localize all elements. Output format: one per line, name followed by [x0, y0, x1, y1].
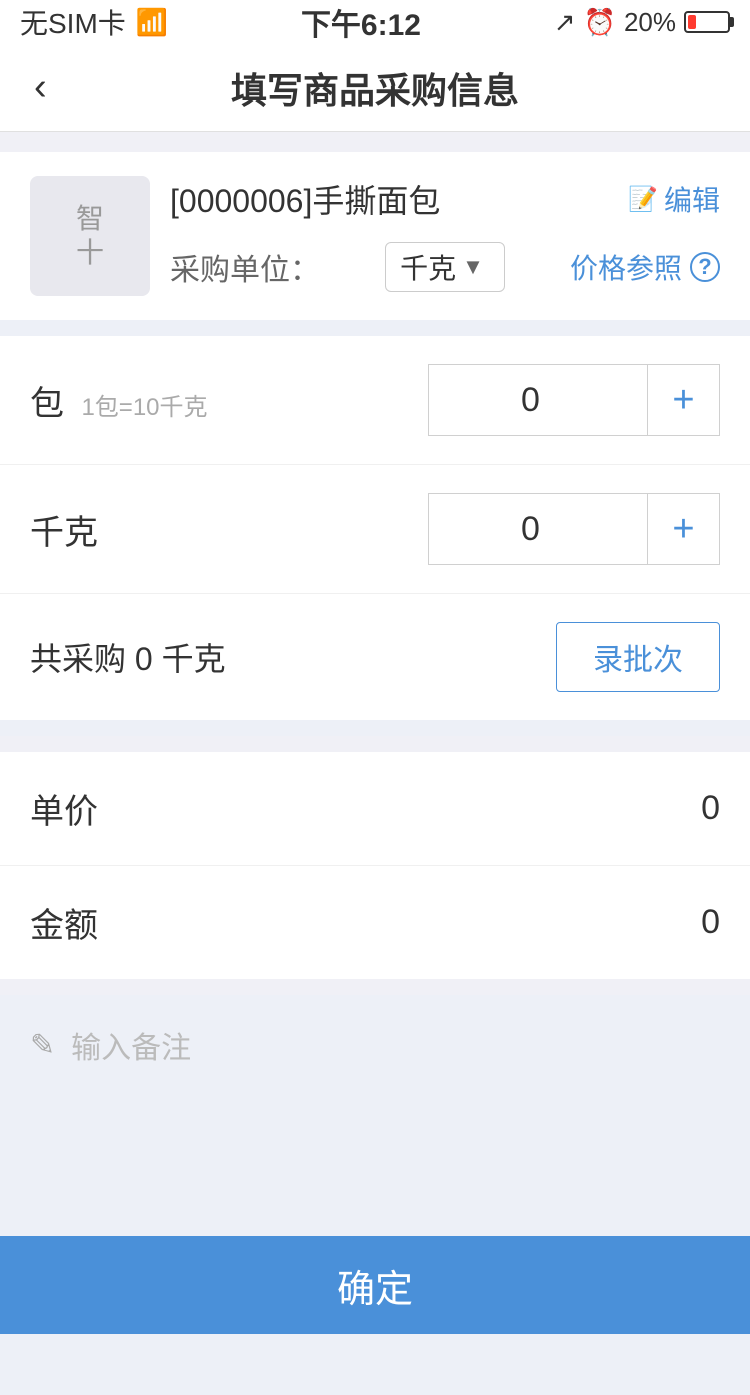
product-section: 智 十 [0000006]手撕面包 📝 编辑 采购单位： 千克 ▼ 价格参照 ? [0, 152, 750, 320]
summary-text: 共采购 0 千克 [30, 634, 226, 680]
wifi-icon: 📶 [136, 7, 168, 38]
alarm-icon: ⏰ [584, 7, 616, 38]
bao-input-row: 包 1包=10千克 + [0, 336, 750, 465]
product-image: 智 十 [30, 176, 150, 296]
price-ref-label: 价格参照 [570, 247, 682, 287]
confirm-label: 确定 [337, 1258, 413, 1313]
kg-label: 千克 [30, 505, 98, 554]
status-right: ↗ ⏰ 20% [554, 7, 730, 38]
bao-quantity-input[interactable] [428, 364, 648, 436]
bao-sub-label: 1包=10千克 [81, 394, 207, 421]
edit-button[interactable]: 📝 编辑 [628, 179, 720, 219]
pencil-icon: ✎ [30, 1028, 55, 1063]
unit-price-row: 单价 0 [0, 752, 750, 866]
kg-input-right: + [428, 493, 720, 565]
status-left: 无SIM卡 📶 [20, 2, 168, 42]
bao-plus-button[interactable]: + [648, 364, 720, 436]
unit-label: 采购单位： [170, 245, 320, 289]
status-time: 下午6:12 [301, 0, 421, 44]
price-ref-button[interactable]: 价格参照 ? [570, 247, 720, 287]
battery-percent: 20% [624, 7, 676, 38]
kg-quantity-input[interactable] [428, 493, 648, 565]
unit-price-label: 单价 [30, 784, 98, 833]
help-icon: ? [690, 252, 720, 282]
kg-input-row: 千克 + [0, 465, 750, 594]
divider-1 [0, 320, 750, 336]
unit-row: 采购单位： 千克 ▼ 价格参照 ? [170, 242, 720, 292]
summary-row: 共采购 0 千克 录批次 [0, 594, 750, 720]
unit-price-value: 0 [701, 789, 720, 828]
kg-plus-button[interactable]: + [648, 493, 720, 565]
remark-placeholder: 输入备注 [71, 1023, 191, 1067]
bao-label: 包 1包=10千克 [30, 376, 208, 425]
status-bar: 无SIM卡 📶 下午6:12 ↗ ⏰ 20% [0, 0, 750, 44]
chevron-down-icon: ▼ [462, 254, 484, 280]
carrier-label: 无SIM卡 [20, 2, 126, 42]
edit-icon: 📝 [628, 185, 658, 214]
bao-input-right: + [428, 364, 720, 436]
product-name: [0000006]手撕面包 [170, 176, 440, 222]
input-section: 包 1包=10千克 + 千克 + [0, 336, 750, 594]
back-button[interactable]: ‹ [24, 56, 57, 119]
battery-icon [684, 11, 730, 33]
amount-row: 金额 0 [0, 866, 750, 979]
price-section: 单价 0 金额 0 [0, 752, 750, 979]
amount-label: 金额 [30, 898, 98, 947]
location-icon: ↗ [554, 7, 576, 38]
amount-value: 0 [701, 903, 720, 942]
remark-section[interactable]: ✎ 输入备注 [0, 995, 750, 1095]
product-logo: 智 十 [76, 202, 104, 269]
nav-bar: ‹ 填写商品采购信息 [0, 44, 750, 132]
product-name-row: [0000006]手撕面包 📝 编辑 [170, 176, 720, 222]
product-info: [0000006]手撕面包 📝 编辑 采购单位： 千克 ▼ 价格参照 ? [170, 176, 720, 292]
divider-2 [0, 720, 750, 736]
edit-label: 编辑 [664, 179, 720, 219]
confirm-button[interactable]: 确定 [0, 1236, 750, 1334]
unit-value: 千克 [400, 247, 456, 287]
record-batch-button[interactable]: 录批次 [556, 622, 720, 692]
unit-select[interactable]: 千克 ▼ [385, 242, 505, 292]
page-title: 填写商品采购信息 [231, 62, 519, 114]
